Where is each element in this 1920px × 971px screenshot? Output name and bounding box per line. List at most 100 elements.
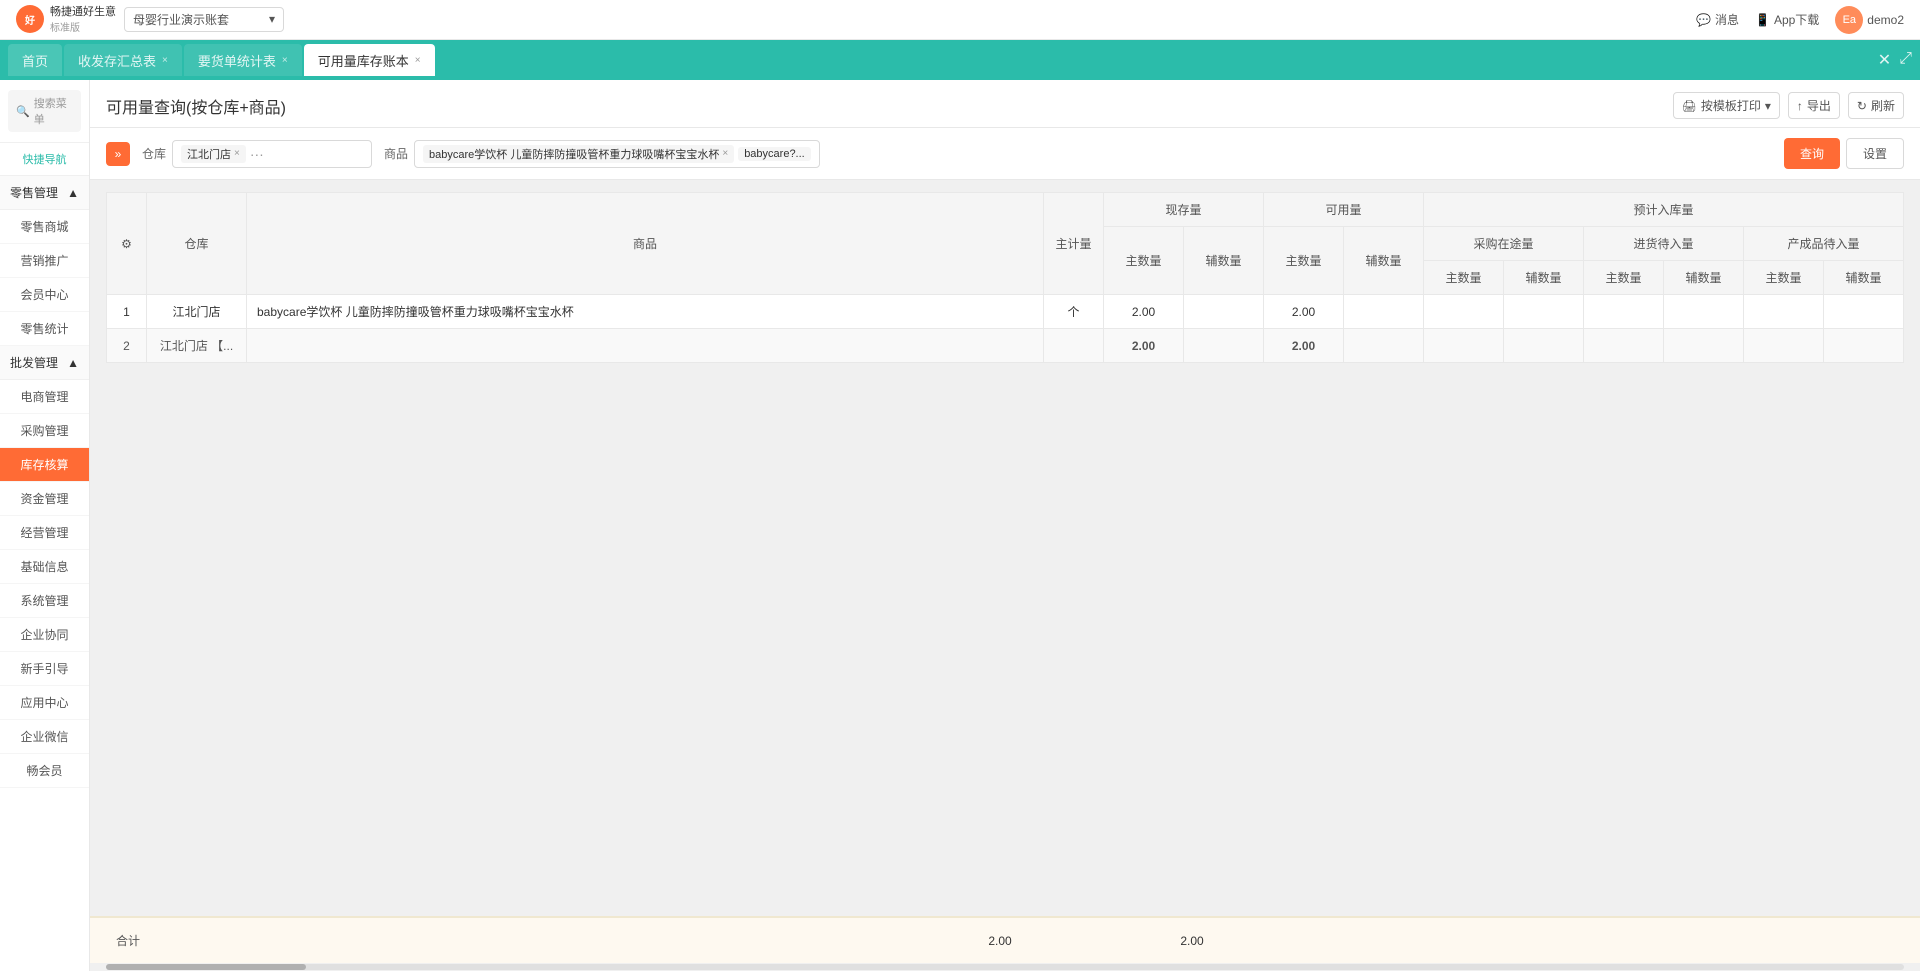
sidebar-group-retail: 零售管理 ▲ 零售商城 营销推广 会员中心 零售统计 xyxy=(0,176,89,346)
header-production-main: 主数量 xyxy=(1744,261,1824,295)
message-icon: 💬 xyxy=(1696,13,1711,27)
sidebar-item-retail-statistics[interactable]: 零售统计 xyxy=(0,312,89,346)
sidebar-item-basic-info[interactable]: 基础信息 xyxy=(0,550,89,584)
tab-available-stock[interactable]: 可用量库存账本 × xyxy=(304,44,435,76)
refresh-button[interactable]: ↻ 刷新 xyxy=(1848,92,1904,119)
sidebar-item-business[interactable]: 经营管理 xyxy=(0,516,89,550)
sidebar-item-marketing[interactable]: 营销推广 xyxy=(0,244,89,278)
message-label: 消息 xyxy=(1715,11,1739,28)
warehouse-filter-label: 仓库 xyxy=(142,145,166,162)
sidebar-item-member-center[interactable]: 会员中心 xyxy=(0,278,89,312)
header-stock-aux: 辅数量 xyxy=(1184,227,1264,295)
sidebar-item-wholesale-management[interactable]: 批发管理 ▲ xyxy=(0,346,89,380)
close-window-button[interactable]: ✕ xyxy=(1878,50,1891,70)
tab-inventory-summary[interactable]: 收发存汇总表 × xyxy=(64,44,182,76)
page-actions: 🖨 按模板打印 ▾ ↑ 导出 ↻ 刷新 xyxy=(1673,92,1904,119)
settings-button[interactable]: 设置 xyxy=(1846,138,1904,169)
search-menu-label: 搜索菜单 xyxy=(34,95,73,127)
row2-stock-aux xyxy=(1184,329,1264,363)
product-tag-1-close[interactable]: × xyxy=(722,148,728,159)
warehouse-input[interactable]: 江北门店 × ··· xyxy=(172,140,372,168)
retail-management-label: 零售管理 xyxy=(10,184,58,201)
row2-warehouse: 江北门店 【... xyxy=(147,329,247,363)
header-settings[interactable]: ⚙ xyxy=(107,193,147,295)
export-button[interactable]: ↑ 导出 xyxy=(1788,92,1840,119)
app-download-button[interactable]: 📱 App下载 xyxy=(1755,11,1819,28)
table-area: ⚙ 仓库 商品 主计量 现存量 xyxy=(90,180,1920,916)
sidebar-item-ecommerce[interactable]: 电商管理 xyxy=(0,380,89,414)
row2-avail-aux xyxy=(1344,329,1424,363)
close-tab1-button[interactable]: × xyxy=(162,55,168,66)
expand-icon: » xyxy=(115,147,122,161)
header-stock-main: 主数量 xyxy=(1104,227,1184,295)
header-available-group: 可用量 xyxy=(1264,193,1424,227)
sidebar-item-inventory[interactable]: 库存核算 xyxy=(0,448,89,482)
sidebar-item-retail-management[interactable]: 零售管理 ▲ xyxy=(0,176,89,210)
product-input[interactable]: babycare学饮杯 儿童防摔防撞吸管杯重力球吸嘴杯宝宝水杯 × babyca… xyxy=(414,140,820,168)
sidebar-item-enterprise[interactable]: 企业协同 xyxy=(0,618,89,652)
user-profile-button[interactable]: Ea demo2 xyxy=(1835,6,1904,34)
product-filter-field: 商品 babycare学饮杯 儿童防摔防撞吸管杯重力球吸嘴杯宝宝水杯 × bab… xyxy=(384,140,820,168)
table-row: 1 江北门店 babycare学饮杯 儿童防摔防撞吸管杯重力球吸嘴杯宝宝水杯 个… xyxy=(107,295,1904,329)
avatar: Ea xyxy=(1835,6,1863,34)
sidebar-item-finance[interactable]: 资金管理 xyxy=(0,482,89,516)
close-tab2-button[interactable]: × xyxy=(282,55,288,66)
table-footer: 合计 2.00 2.00 xyxy=(90,916,1920,963)
main-layout: 🔍 搜索菜单 快捷导航 零售管理 ▲ 零售商城 营销推广 会员中心 零售统计 批… xyxy=(0,80,1920,971)
table-header-row-1: ⚙ 仓库 商品 主计量 现存量 xyxy=(107,193,1904,227)
footer-avail-main: 2.00 xyxy=(1152,928,1232,954)
sidebar-item-system[interactable]: 系统管理 xyxy=(0,584,89,618)
sidebar-item-wechat[interactable]: 企业微信 xyxy=(0,720,89,754)
sidebar-item-guide[interactable]: 新手引导 xyxy=(0,652,89,686)
maximize-button[interactable]: ⤢ xyxy=(1899,50,1912,70)
expand-filter-button[interactable]: » xyxy=(106,142,130,166)
header-incoming-aux: 辅数量 xyxy=(1664,261,1744,295)
row1-purchase-main xyxy=(1424,295,1504,329)
close-tab3-button[interactable]: × xyxy=(415,55,421,66)
message-button[interactable]: 💬 消息 xyxy=(1696,11,1739,28)
app-label: App下载 xyxy=(1774,11,1819,28)
refresh-icon: ↻ xyxy=(1857,99,1867,113)
search-menu-button[interactable]: 🔍 搜索菜单 xyxy=(8,90,81,132)
quick-nav-button[interactable]: 快捷导航 xyxy=(0,143,89,176)
sidebar-item-member[interactable]: 畅会员 xyxy=(0,754,89,788)
print-button[interactable]: 🖨 按模板打印 ▾ xyxy=(1673,92,1780,119)
industry-selector[interactable]: 母婴行业演示账套 ▾ xyxy=(124,7,284,32)
horizontal-scrollbar[interactable] xyxy=(90,963,1920,971)
warehouse-filter-field: 仓库 江北门店 × ··· xyxy=(142,140,372,168)
header-stock-group: 现存量 xyxy=(1104,193,1264,227)
warehouse-tag-close[interactable]: × xyxy=(234,148,240,159)
product-tag-1: babycare学饮杯 儿童防摔防撞吸管杯重力球吸嘴杯宝宝水杯 × xyxy=(423,145,734,163)
row2-production-aux xyxy=(1824,329,1904,363)
row2-incoming-main xyxy=(1584,329,1664,363)
header-main-unit: 主计量 xyxy=(1044,193,1104,295)
tab-home[interactable]: 首页 xyxy=(8,44,62,76)
row1-production-aux xyxy=(1824,295,1904,329)
sidebar-item-app-center[interactable]: 应用中心 xyxy=(0,686,89,720)
print-label: 按模板打印 xyxy=(1701,97,1761,114)
row1-production-main xyxy=(1744,295,1824,329)
footer-stock-main: 2.00 xyxy=(960,928,1040,954)
query-button[interactable]: 查询 xyxy=(1784,138,1840,169)
row1-seq: 1 xyxy=(107,295,147,329)
more-warehouses-button[interactable]: ··· xyxy=(250,146,264,162)
header-purchase-main: 主数量 xyxy=(1424,261,1504,295)
row1-unit: 个 xyxy=(1044,295,1104,329)
page-header: 可用量查询(按仓库+商品) 🖨 按模板打印 ▾ ↑ 导出 ↻ 刷新 xyxy=(90,80,1920,128)
table-body: 1 江北门店 babycare学饮杯 儿童防摔防撞吸管杯重力球吸嘴杯宝宝水杯 个… xyxy=(107,295,1904,363)
product-tag-1-text: babycare学饮杯 儿童防摔防撞吸管杯重力球吸嘴杯宝宝水杯 xyxy=(429,146,719,162)
table-row: 2 江北门店 【... 2.00 2.00 xyxy=(107,329,1904,363)
header-warehouse: 仓库 xyxy=(147,193,247,295)
sidebar-item-retail-store[interactable]: 零售商城 xyxy=(0,210,89,244)
row1-stock-aux xyxy=(1184,295,1264,329)
avatar-text: Ea xyxy=(1843,14,1856,26)
print-icon: 🖨 xyxy=(1682,99,1697,113)
row1-warehouse: 江北门店 xyxy=(147,295,247,329)
scrollbar-thumb[interactable] xyxy=(106,964,306,970)
row2-production-main xyxy=(1744,329,1824,363)
header-production-group: 产成品待入量 xyxy=(1744,227,1904,261)
sidebar-item-purchase[interactable]: 采购管理 xyxy=(0,414,89,448)
username-label: demo2 xyxy=(1867,13,1904,27)
tab-home-label: 首页 xyxy=(22,51,48,70)
tab-order-statistics[interactable]: 要货单统计表 × xyxy=(184,44,302,76)
